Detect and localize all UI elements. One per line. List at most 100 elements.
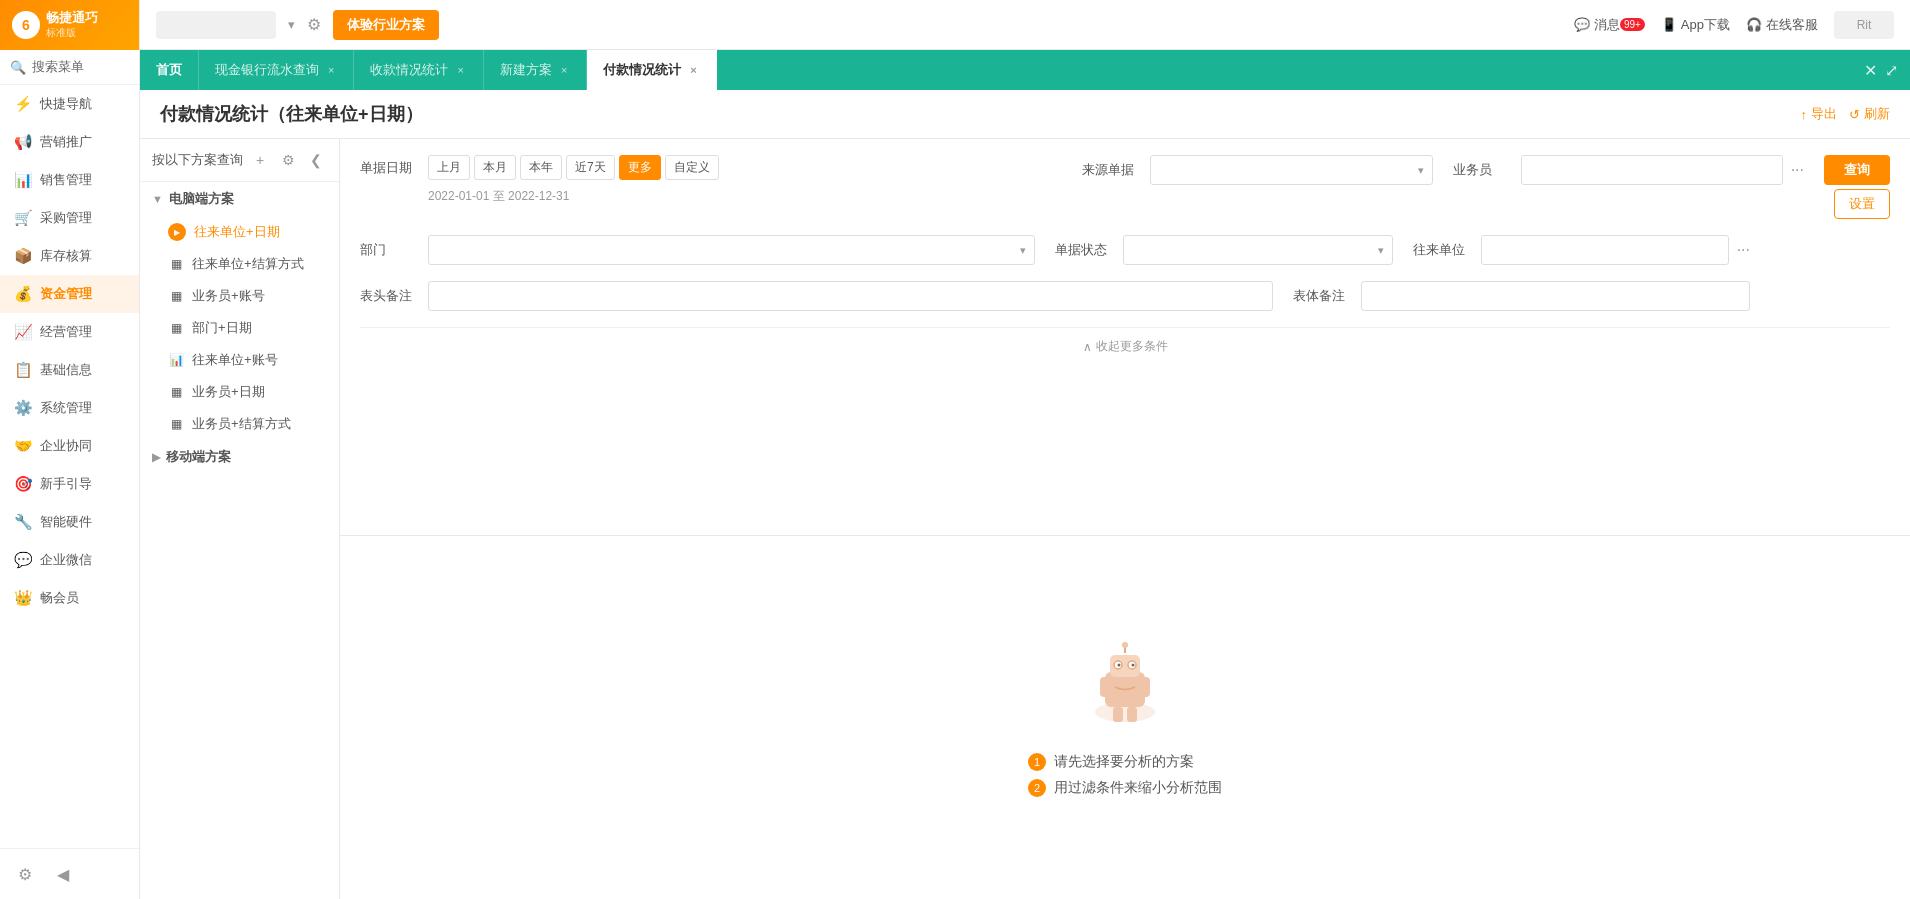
- tab-payment-stats[interactable]: 付款情况统计 ×: [587, 50, 716, 90]
- topbar-gear-icon[interactable]: ⚙: [307, 15, 321, 34]
- page-title: 付款情况统计（往来单位+日期）: [160, 102, 1801, 126]
- collapse-bar[interactable]: ∧ 收起更多条件: [360, 327, 1890, 365]
- date-btn-last-month[interactable]: 上月: [428, 155, 470, 180]
- sidebar-collapse-btn[interactable]: ◀: [48, 859, 78, 889]
- doc-status-select[interactable]: ▾: [1123, 235, 1393, 265]
- sidebar-item-marketing[interactable]: 📢 营销推广: [0, 123, 139, 161]
- scheme-item-customer-account[interactable]: 📊 往来单位+账号: [140, 344, 339, 376]
- tip-num-1: 1: [1028, 753, 1046, 771]
- sidebar-item-hardware[interactable]: 🔧 智能硬件: [0, 503, 139, 541]
- desktop-group-header[interactable]: ▼ 电脑端方案: [140, 182, 339, 216]
- sidebar-item-label: 企业协同: [40, 437, 92, 455]
- note-header-input[interactable]: [428, 281, 1273, 311]
- tip-num-2: 2: [1028, 779, 1046, 797]
- scheme-item-label: 部门+日期: [192, 319, 252, 337]
- note-header-field: 表头备注: [360, 281, 1273, 311]
- query-buttons: 查询 设置: [1824, 155, 1890, 219]
- scheme-collapse-btn[interactable]: ❮: [305, 149, 327, 171]
- logo-sub: 标准版: [46, 26, 98, 40]
- add-scheme-btn[interactable]: +: [249, 149, 271, 171]
- avatar-text: Rit: [1857, 18, 1872, 32]
- tab-new-scheme-label: 新建方案: [500, 61, 552, 79]
- search-menu[interactable]: 🔍 搜索菜单: [0, 50, 139, 85]
- table-icon-5: ▦: [168, 416, 184, 432]
- sidebar-item-wechat[interactable]: 💬 企业微信: [0, 541, 139, 579]
- tab-collection-stats-close[interactable]: ×: [454, 63, 466, 77]
- dept-label: 部门: [360, 241, 420, 259]
- tab-payment-stats-label: 付款情况统计: [603, 61, 681, 79]
- tab-new-scheme[interactable]: 新建方案 ×: [484, 50, 587, 90]
- tab-new-scheme-close[interactable]: ×: [558, 63, 570, 77]
- sidebar-item-label: 快捷导航: [40, 95, 92, 113]
- salesman-more-btn[interactable]: ···: [1791, 161, 1804, 179]
- tab-collection-stats-label: 收款情况统计: [370, 61, 448, 79]
- sidebar-item-sales[interactable]: 📊 销售管理: [0, 161, 139, 199]
- date-label: 单据日期: [360, 159, 420, 177]
- tab-cash-flow-close[interactable]: ×: [325, 63, 337, 77]
- date-btn-custom[interactable]: 自定义: [665, 155, 719, 180]
- scheme-item-salesman-account[interactable]: ▦ 业务员+账号: [140, 280, 339, 312]
- sidebar-item-label: 畅会员: [40, 589, 79, 607]
- tab-payment-stats-close[interactable]: ×: [687, 63, 699, 77]
- tabbar-expand-btn[interactable]: ⤢: [1885, 61, 1898, 80]
- date-buttons: 上月 本月 本年 近7天 更多 自定义: [428, 155, 719, 180]
- related-label: 往来单位: [1413, 241, 1473, 259]
- doc-status-field: 单据状态 ▾: [1055, 235, 1393, 265]
- tab-collection-stats[interactable]: 收款情况统计 ×: [354, 50, 483, 90]
- filter-settings-btn[interactable]: 设置: [1834, 189, 1890, 219]
- sidebar-item-quick-nav[interactable]: ⚡ 快捷导航: [0, 85, 139, 123]
- salesman-input[interactable]: [1521, 155, 1783, 185]
- app-download-btn[interactable]: 📱 App下载: [1661, 16, 1730, 34]
- online-service-btn[interactable]: 🎧 在线客服: [1746, 16, 1818, 34]
- scheme-item-label: 往来单位+结算方式: [192, 255, 304, 273]
- scheme-item-label: 业务员+结算方式: [192, 415, 291, 433]
- note-body-field: 表体备注: [1293, 281, 1750, 311]
- sidebar-item-guide[interactable]: 🎯 新手引导: [0, 465, 139, 503]
- sidebar-item-label: 经营管理: [40, 323, 92, 341]
- scheme-settings-btn[interactable]: ⚙: [277, 149, 299, 171]
- tabbar-close-btn[interactable]: ✕: [1864, 61, 1877, 80]
- desktop-group-label: 电脑端方案: [169, 190, 234, 208]
- tab-cash-flow[interactable]: 现金银行流水查询 ×: [199, 50, 354, 90]
- sidebar-item-basic-info[interactable]: 📋 基础信息: [0, 351, 139, 389]
- date-btn-more[interactable]: 更多: [619, 155, 661, 180]
- related-more-btn[interactable]: ···: [1737, 241, 1750, 259]
- sidebar-item-member[interactable]: 👑 畅会员: [0, 579, 139, 617]
- date-btn-this-month[interactable]: 本月: [474, 155, 516, 180]
- sidebar-item-purchase[interactable]: 🛒 采购管理: [0, 199, 139, 237]
- trial-btn[interactable]: 体验行业方案: [333, 10, 439, 40]
- source-dropdown-icon: ▾: [1418, 164, 1424, 177]
- enterprise-icon: 🤝: [14, 437, 32, 455]
- table-icon-2: ▦: [168, 288, 184, 304]
- sidebar-item-system[interactable]: ⚙️ 系统管理: [0, 389, 139, 427]
- mobile-group-header[interactable]: ▶ 移动端方案: [140, 440, 339, 474]
- sidebar-item-capital[interactable]: 💰 资金管理: [0, 275, 139, 313]
- user-avatar[interactable]: Rit: [1834, 11, 1894, 39]
- sidebar-item-operation[interactable]: 📈 经营管理: [0, 313, 139, 351]
- sidebar-item-inventory[interactable]: 📦 库存核算: [0, 237, 139, 275]
- source-select[interactable]: ▾: [1150, 155, 1433, 185]
- scheme-item-salesman-settlement[interactable]: ▦ 业务员+结算方式: [140, 408, 339, 440]
- scheme-item-customer-settlement[interactable]: ▦ 往来单位+结算方式: [140, 248, 339, 280]
- tab-home[interactable]: 首页: [140, 50, 199, 90]
- sidebar-item-label: 智能硬件: [40, 513, 92, 531]
- related-input[interactable]: [1481, 235, 1729, 265]
- export-btn[interactable]: ↑ 导出: [1801, 105, 1838, 123]
- topbar-user-info[interactable]: [156, 11, 276, 39]
- note-body-input[interactable]: [1361, 281, 1750, 311]
- topbar-dropdown-arrow[interactable]: ▾: [288, 17, 295, 32]
- source-field: 来源单据 ▾: [1082, 155, 1433, 185]
- sidebar-item-label: 销售管理: [40, 171, 92, 189]
- sidebar-item-enterprise[interactable]: 🤝 企业协同: [0, 427, 139, 465]
- scheme-item-customer-date[interactable]: 往来单位+日期: [140, 216, 339, 248]
- query-btn[interactable]: 查询: [1824, 155, 1890, 185]
- date-btn-last-7days[interactable]: 近7天: [566, 155, 615, 180]
- note-header-label: 表头备注: [360, 287, 420, 305]
- date-btn-this-year[interactable]: 本年: [520, 155, 562, 180]
- refresh-btn[interactable]: ↺ 刷新: [1849, 105, 1890, 123]
- sidebar-settings-btn[interactable]: ⚙: [10, 859, 40, 889]
- dept-select[interactable]: ▾: [428, 235, 1035, 265]
- notification-btn[interactable]: 💬 消息 99+: [1574, 16, 1645, 34]
- scheme-item-dept-date[interactable]: ▦ 部门+日期: [140, 312, 339, 344]
- scheme-item-salesman-date[interactable]: ▦ 业务员+日期: [140, 376, 339, 408]
